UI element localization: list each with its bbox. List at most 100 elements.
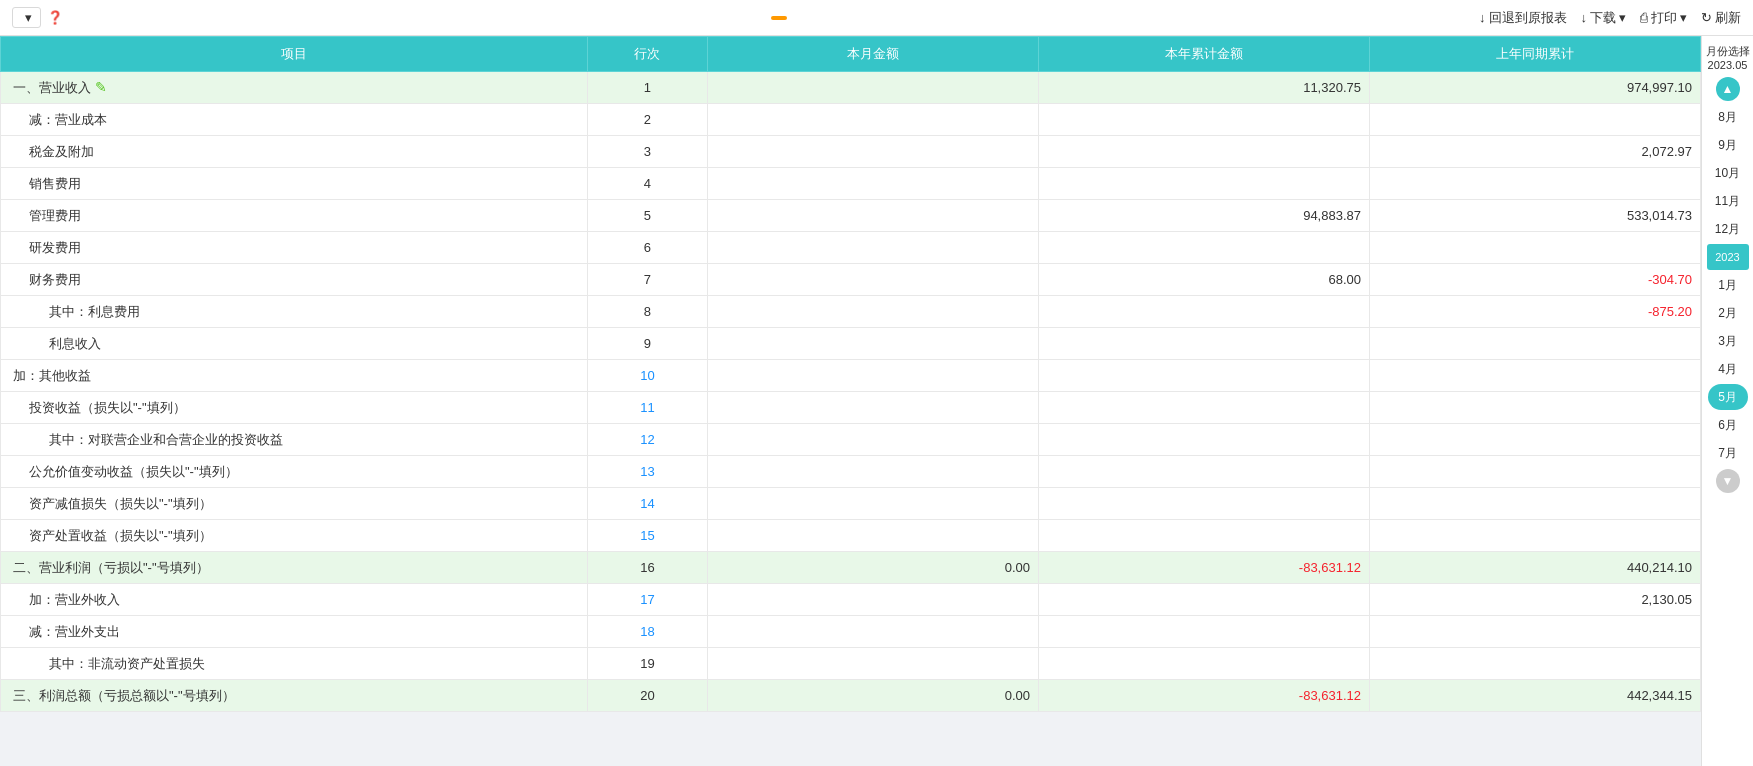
side-label: 月份选择2023.05 <box>1702 40 1753 75</box>
month-3[interactable]: 3月 <box>1708 328 1748 354</box>
cell-row-0: 1 <box>587 72 707 104</box>
month-6[interactable]: 6月 <box>1708 412 1748 438</box>
cell-month-0 <box>708 72 1039 104</box>
cell-row-6: 7 <box>587 264 707 296</box>
cell-item-16: 加：营业外收入 <box>1 584 588 616</box>
cell-prior-3 <box>1370 168 1701 200</box>
cell-ytd-19: -83,631.12 <box>1039 680 1370 712</box>
cell-prior-12 <box>1370 456 1701 488</box>
dropdown-arrow-icon: ▾ <box>25 10 32 25</box>
year-2023[interactable]: 2023 <box>1707 244 1749 270</box>
cell-prior-13 <box>1370 488 1701 520</box>
cell-month-14 <box>708 520 1039 552</box>
table-row: 资产处置收益（损失以"-"填列）15 <box>1 520 1701 552</box>
print-arrow: ▾ <box>1680 10 1687 25</box>
cell-row-11: 12 <box>587 424 707 456</box>
month-10[interactable]: 10月 <box>1708 160 1748 186</box>
cell-row-4: 5 <box>587 200 707 232</box>
cell-ytd-15: -83,631.12 <box>1039 552 1370 584</box>
cell-month-11 <box>708 424 1039 456</box>
help-icon[interactable]: ❓ <box>47 10 63 25</box>
cell-prior-14 <box>1370 520 1701 552</box>
cell-prior-2: 2,072.97 <box>1370 136 1701 168</box>
download-label: 下载 <box>1590 9 1616 27</box>
cell-ytd-2 <box>1039 136 1370 168</box>
main-container: 项目 行次 本月金额 本年累计金额 上年同期累计 一、营业收入✎111,320.… <box>0 36 1753 766</box>
cell-prior-16: 2,130.05 <box>1370 584 1701 616</box>
cell-row-3: 4 <box>587 168 707 200</box>
cell-item-10: 投资收益（损失以"-"填列） <box>1 392 588 424</box>
cell-row-12: 13 <box>587 456 707 488</box>
cell-prior-10 <box>1370 392 1701 424</box>
scroll-up-button[interactable]: ▲ <box>1716 77 1740 101</box>
table-row: 加：营业外收入172,130.05 <box>1 584 1701 616</box>
cell-prior-8 <box>1370 328 1701 360</box>
month-12[interactable]: 12月 <box>1708 216 1748 242</box>
header-item: 项目 <box>1 37 588 72</box>
cell-row-10: 11 <box>587 392 707 424</box>
top-bar: ▾ ❓ ↓ 回退到原报表 ↓ 下载 ▾ ⎙ 打印 ▾ ↻ 刷新 <box>0 0 1753 36</box>
cell-row-1: 2 <box>587 104 707 136</box>
cell-ytd-12 <box>1039 456 1370 488</box>
cell-ytd-8 <box>1039 328 1370 360</box>
cell-item-7: 其中：利息费用 <box>1 296 588 328</box>
month-8[interactable]: 8月 <box>1708 104 1748 130</box>
month-4[interactable]: 4月 <box>1708 356 1748 382</box>
cell-month-7 <box>708 296 1039 328</box>
all-dropdown[interactable]: ▾ <box>12 7 41 28</box>
header-row: 行次 <box>587 37 707 72</box>
status-badge <box>771 16 787 20</box>
table-row: 财务费用768.00-304.70 <box>1 264 1701 296</box>
print-button[interactable]: ⎙ 打印 ▾ <box>1640 9 1687 27</box>
back-label: 回退到原报表 <box>1489 9 1567 27</box>
cell-month-6 <box>708 264 1039 296</box>
table-row: 其中：对联营企业和合营企业的投资收益12 <box>1 424 1701 456</box>
cell-ytd-17 <box>1039 616 1370 648</box>
table-row: 公允价值变动收益（损失以"-"填列）13 <box>1 456 1701 488</box>
month-7[interactable]: 7月 <box>1708 440 1748 466</box>
table-row: 销售费用4 <box>1 168 1701 200</box>
table-row: 加：其他收益10 <box>1 360 1701 392</box>
table-area: 项目 行次 本月金额 本年累计金额 上年同期累计 一、营业收入✎111,320.… <box>0 36 1701 766</box>
cell-ytd-5 <box>1039 232 1370 264</box>
cell-month-3 <box>708 168 1039 200</box>
table-row: 减：营业外支出18 <box>1 616 1701 648</box>
cell-ytd-16 <box>1039 584 1370 616</box>
cell-ytd-1 <box>1039 104 1370 136</box>
edit-icon-0[interactable]: ✎ <box>95 79 107 95</box>
cell-row-9: 10 <box>587 360 707 392</box>
side-panel: 月份选择2023.05 ▲ 8月 9月 10月 11月 12月 2023 1月 … <box>1701 36 1753 766</box>
cell-prior-11 <box>1370 424 1701 456</box>
month-5[interactable]: 5月 <box>1708 384 1748 410</box>
table-row: 其中：非流动资产处置损失19 <box>1 648 1701 680</box>
cell-item-0: 一、营业收入✎ <box>1 72 588 104</box>
cell-row-14: 15 <box>587 520 707 552</box>
cell-item-12: 公允价值变动收益（损失以"-"填列） <box>1 456 588 488</box>
download-icon: ↓ <box>1581 10 1588 25</box>
cell-month-10 <box>708 392 1039 424</box>
cell-prior-9 <box>1370 360 1701 392</box>
cell-month-5 <box>708 232 1039 264</box>
cell-item-18: 其中：非流动资产处置损失 <box>1 648 588 680</box>
top-bar-center <box>755 16 787 20</box>
top-bar-right: ↓ 回退到原报表 ↓ 下载 ▾ ⎙ 打印 ▾ ↻ 刷新 <box>1479 9 1741 27</box>
month-11[interactable]: 11月 <box>1708 188 1748 214</box>
cell-ytd-0: 11,320.75 <box>1039 72 1370 104</box>
refresh-button[interactable]: ↻ 刷新 <box>1701 9 1741 27</box>
cell-item-1: 减：营业成本 <box>1 104 588 136</box>
cell-prior-18 <box>1370 648 1701 680</box>
scroll-down-button[interactable]: ▼ <box>1716 469 1740 493</box>
table-row: 税金及附加32,072.97 <box>1 136 1701 168</box>
month-2[interactable]: 2月 <box>1708 300 1748 326</box>
cell-ytd-11 <box>1039 424 1370 456</box>
cell-month-12 <box>708 456 1039 488</box>
table-row: 利息收入9 <box>1 328 1701 360</box>
cell-prior-19: 442,344.15 <box>1370 680 1701 712</box>
download-button[interactable]: ↓ 下载 ▾ <box>1581 9 1627 27</box>
cell-month-16 <box>708 584 1039 616</box>
cell-row-8: 9 <box>587 328 707 360</box>
back-button[interactable]: ↓ 回退到原报表 <box>1479 9 1567 27</box>
month-1[interactable]: 1月 <box>1708 272 1748 298</box>
top-bar-left: ▾ ❓ <box>12 7 63 28</box>
month-9[interactable]: 9月 <box>1708 132 1748 158</box>
